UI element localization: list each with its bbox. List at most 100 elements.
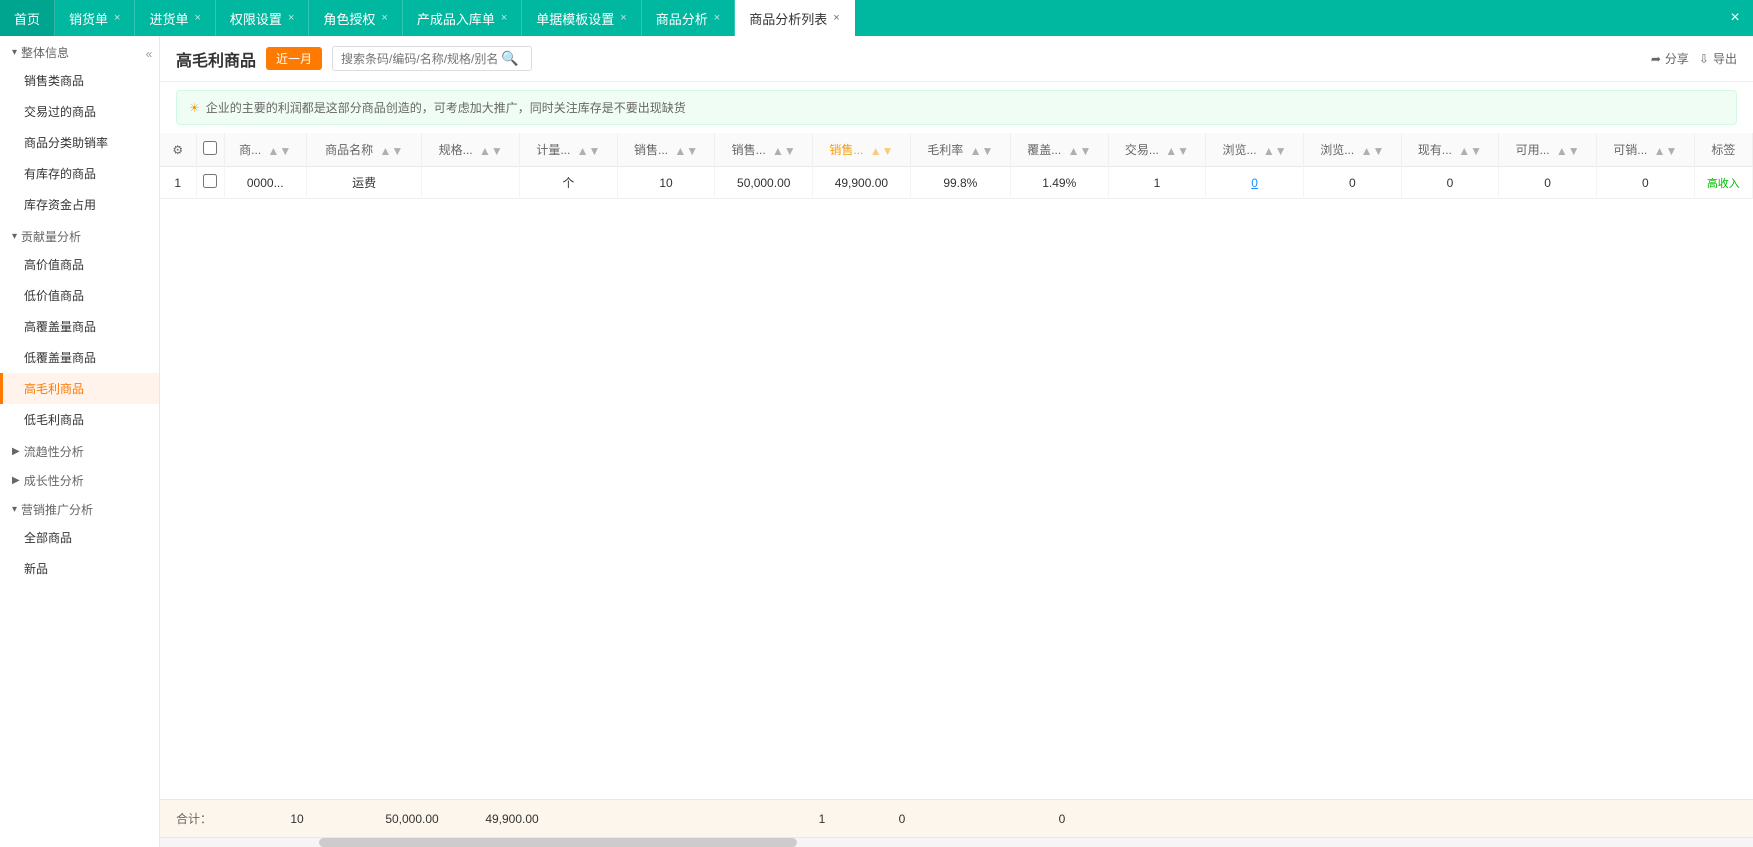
nav-product-analysis[interactable]: 商品分析 × (642, 0, 735, 36)
sidebar-item-category-rate[interactable]: 商品分类助销率 (0, 127, 159, 158)
nav-permission-settings[interactable]: 权限设置 × (216, 0, 309, 36)
sidebar-item-new-goods[interactable]: 新品 (0, 553, 159, 584)
sort-sales3[interactable]: ▲▼ (870, 144, 894, 158)
th-coverage[interactable]: 覆盖... ▲▼ (1010, 133, 1108, 167)
search-input[interactable] (341, 52, 501, 66)
row-coverage: 1.49% (1010, 167, 1108, 199)
sort-coverage[interactable]: ▲▼ (1068, 144, 1092, 158)
sidebar-item-high-margin[interactable]: 高毛利商品 (0, 373, 159, 404)
nav-sales-order[interactable]: 销货单 × (55, 0, 135, 36)
info-banner: ☀ 企业的主要的利润都是这部分商品创造的，可考虑加大推广，同时关注库存是不要出现… (176, 90, 1737, 125)
export-btn[interactable]: ⇩ 导出 (1699, 50, 1737, 67)
footer-empty2 (942, 812, 1022, 826)
th-sales3[interactable]: 销售... ▲▼ (813, 133, 911, 167)
sidebar-item-instock-goods[interactable]: 有库存的商品 (0, 158, 159, 189)
sort-spec[interactable]: ▲▼ (479, 144, 503, 158)
sidebar-item-all-goods[interactable]: 全部商品 (0, 522, 159, 553)
sort-available[interactable]: ▲▼ (1556, 144, 1580, 158)
filter-recent-month-btn[interactable]: 近一月 (266, 47, 322, 70)
sidebar-item-low-value[interactable]: 低价值商品 (0, 280, 159, 311)
sidebar-item-traded-goods[interactable]: 交易过的商品 (0, 96, 159, 127)
th-stock[interactable]: 现有... ▲▼ (1401, 133, 1499, 167)
sidebar-group-contribution[interactable]: ▾ 贡献量分析 (0, 220, 159, 249)
th-saleable[interactable]: 可销... ▲▼ (1596, 133, 1694, 167)
sidebar-group-marketing[interactable]: ▾ 营销推广分析 (0, 493, 159, 522)
close-product-analysis-list[interactable]: × (833, 12, 839, 24)
sidebar-item-high-coverage[interactable]: 高覆盖量商品 (0, 311, 159, 342)
close-role-auth[interactable]: × (381, 12, 387, 24)
sidebar-group-trend[interactable]: ▶ 流趋性分析 (0, 435, 159, 464)
nav-product-inbound[interactable]: 产成品入库单 × (403, 0, 522, 36)
row-checkbox-cell[interactable] (196, 167, 224, 199)
sort-code[interactable]: ▲▼ (268, 144, 292, 158)
tag-label: 高收入 (1707, 178, 1740, 190)
row-tag: 高收入 (1694, 167, 1752, 199)
th-browse2[interactable]: 浏览... ▲▼ (1303, 133, 1401, 167)
footer-sales3: 49,900.00 (462, 812, 562, 826)
nav-purchase-order[interactable]: 进货单 × (135, 0, 215, 36)
sort-stock[interactable]: ▲▼ (1458, 144, 1482, 158)
th-gross-rate[interactable]: 毛利率 ▲▼ (910, 133, 1010, 167)
sort-unit[interactable]: ▲▼ (577, 144, 601, 158)
th-sales2[interactable]: 销售... ▲▼ (715, 133, 813, 167)
close-template-settings[interactable]: × (620, 12, 626, 24)
sidebar-item-low-margin[interactable]: 低毛利商品 (0, 404, 159, 435)
sort-transaction[interactable]: ▲▼ (1165, 144, 1189, 158)
sidebar-item-high-value[interactable]: 高价值商品 (0, 249, 159, 280)
th-unit[interactable]: 计量... ▲▼ (520, 133, 618, 167)
browse1-link[interactable]: 0 (1251, 176, 1258, 190)
group-arrow-growth: ▶ (12, 475, 20, 486)
row-sales2: 50,000.00 (715, 167, 813, 199)
close-product-inbound[interactable]: × (501, 12, 507, 24)
th-name[interactable]: 商品名称 ▲▼ (306, 133, 421, 167)
row-browse1[interactable]: 0 (1206, 167, 1304, 199)
sidebar-group-growth[interactable]: ▶ 成长性分析 (0, 464, 159, 493)
nav-role-auth[interactable]: 角色授权 × (309, 0, 402, 36)
th-sales1[interactable]: 销售... ▲▼ (617, 133, 715, 167)
sidebar-group-overall[interactable]: ▾ 整体信息 (0, 36, 159, 65)
close-permission-settings[interactable]: × (288, 12, 294, 24)
th-available[interactable]: 可用... ▲▼ (1499, 133, 1597, 167)
footer-empty1 (562, 812, 782, 826)
sort-sales1[interactable]: ▲▼ (674, 144, 698, 158)
row-checkbox[interactable] (203, 174, 217, 188)
sort-saleable[interactable]: ▲▼ (1654, 144, 1678, 158)
nav-product-analysis-list[interactable]: 商品分析列表 × (735, 0, 854, 36)
nav-home[interactable]: 首页 (0, 0, 55, 36)
sort-browse1[interactable]: ▲▼ (1263, 144, 1287, 158)
content-area: 高毛利商品 近一月 🔍 ➦ 分享 ⇩ 导出 ☀ 企业的主要的利润都是这部分商品创… (160, 36, 1753, 847)
export-icon: ⇩ (1699, 52, 1709, 66)
row-available: 0 (1499, 167, 1597, 199)
sort-sales2[interactable]: ▲▼ (772, 144, 796, 158)
share-btn[interactable]: ➦ 分享 (1651, 50, 1689, 67)
close-all-tabs[interactable]: × (1717, 0, 1753, 36)
footer-browse2: 0 (862, 812, 942, 826)
close-product-analysis[interactable]: × (714, 12, 720, 24)
th-tag[interactable]: 标签 (1694, 133, 1752, 167)
th-transaction[interactable]: 交易... ▲▼ (1108, 133, 1206, 167)
bottom-scrollbar[interactable] (160, 837, 1753, 847)
sidebar-item-stock-capital[interactable]: 库存资金占用 (0, 189, 159, 220)
close-sales-order[interactable]: × (114, 12, 120, 24)
th-code[interactable]: 商... ▲▼ (224, 133, 306, 167)
nav-template-settings[interactable]: 单据模板设置 × (522, 0, 641, 36)
sort-name[interactable]: ▲▼ (379, 144, 403, 158)
row-sales1: 10 (617, 167, 715, 199)
sort-gross-rate[interactable]: ▲▼ (970, 144, 994, 158)
th-browse1[interactable]: 浏览... ▲▼ (1206, 133, 1304, 167)
th-spec[interactable]: 规格... ▲▼ (422, 133, 520, 167)
sidebar-collapse-btn[interactable]: « (139, 44, 159, 64)
sort-browse2[interactable]: ▲▼ (1361, 144, 1385, 158)
group-arrow-trend: ▶ (12, 446, 20, 457)
th-checkbox[interactable] (196, 133, 224, 167)
group-arrow-overall: ▾ (12, 47, 17, 58)
table-container[interactable]: ⚙ 商... ▲▼ 商品名称 ▲▼ (160, 133, 1753, 799)
sidebar-item-sales-goods[interactable]: 销售类商品 (0, 65, 159, 96)
sidebar-item-low-coverage[interactable]: 低覆盖量商品 (0, 342, 159, 373)
table-header-row: ⚙ 商... ▲▼ 商品名称 ▲▼ (160, 133, 1753, 167)
row-spec (422, 167, 520, 199)
close-purchase-order[interactable]: × (194, 12, 200, 24)
search-icon[interactable]: 🔍 (501, 50, 518, 67)
th-settings[interactable]: ⚙ (160, 133, 196, 167)
select-all-checkbox[interactable] (203, 141, 217, 155)
